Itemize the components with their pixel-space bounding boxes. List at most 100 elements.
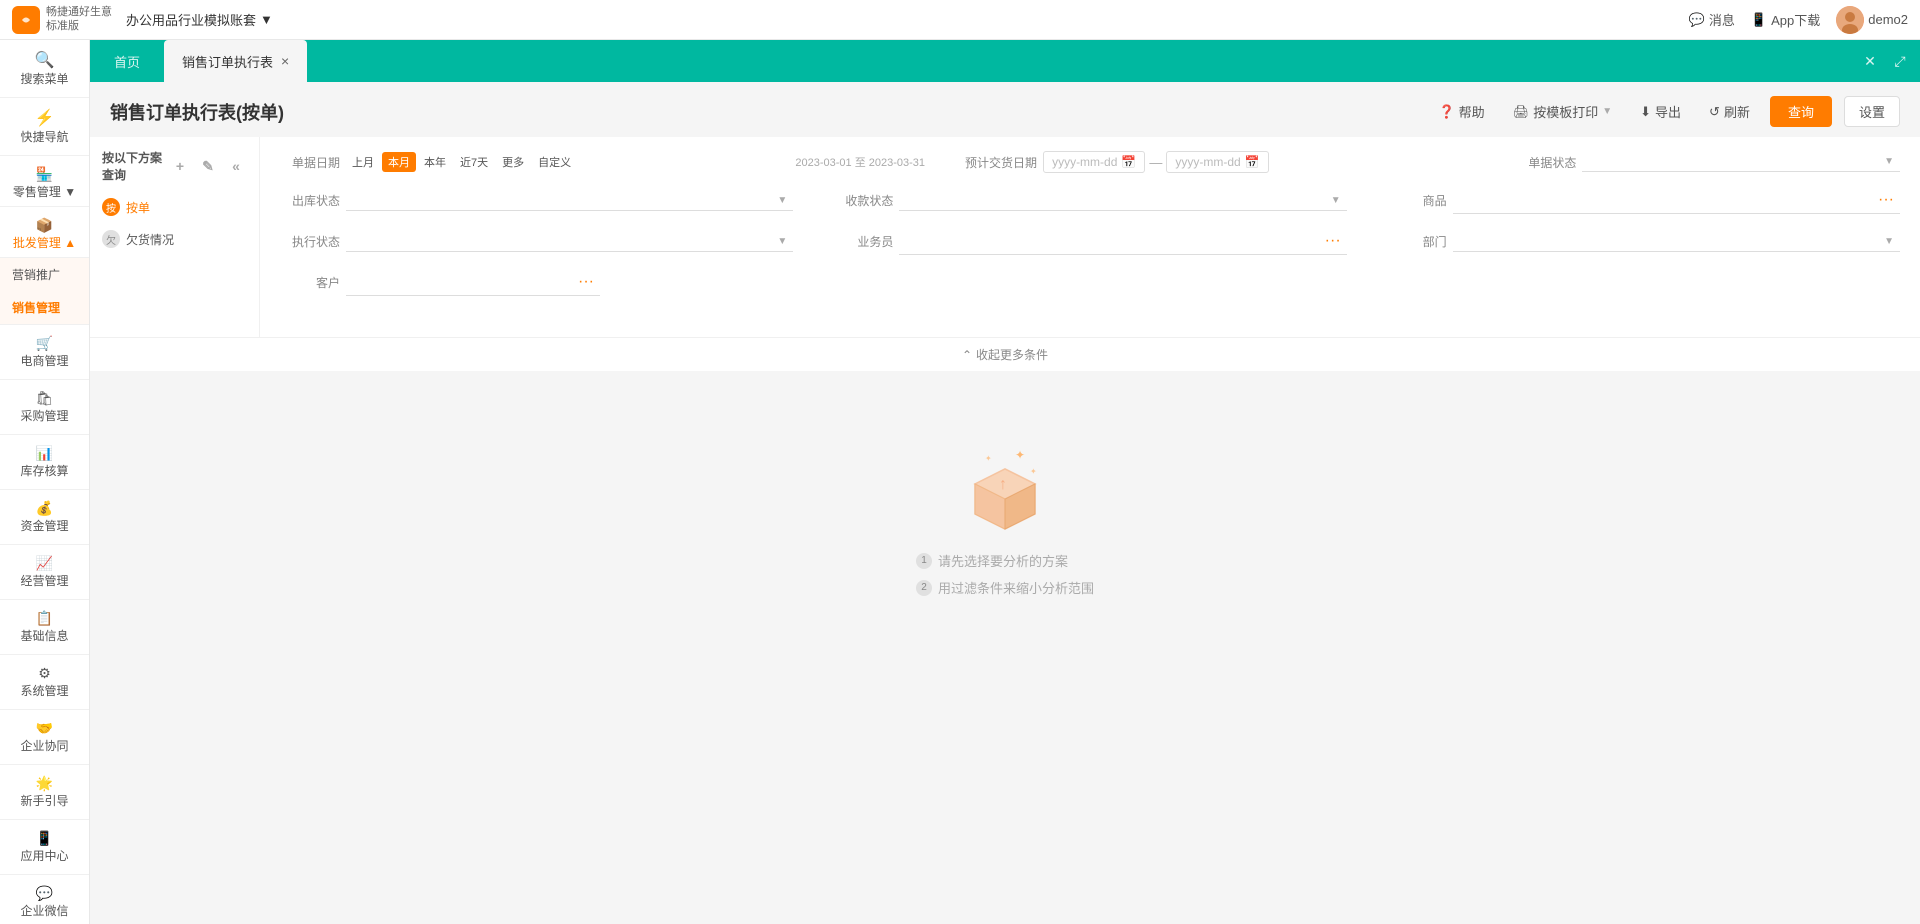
wechat-icon: 💬	[36, 885, 53, 902]
settings-button[interactable]: 设置	[1844, 96, 1900, 127]
empty-text: 1 请先选择要分析的方案 2 用过滤条件来缩小分析范围	[916, 551, 1094, 597]
export-btn[interactable]: ⬇ 导出	[1632, 98, 1689, 125]
search-icon: 🔍	[35, 50, 55, 70]
inventory-icon: 📊	[36, 445, 53, 462]
sidebar-item-ecommerce[interactable]: 🛒 电商管理	[0, 325, 89, 380]
date-label: 单据日期	[280, 154, 340, 171]
logo-text: 畅捷通好生意 标准版	[46, 6, 112, 32]
svg-text:✦: ✦	[1015, 448, 1025, 462]
delivery-select[interactable]: ▼	[346, 191, 793, 211]
window-max-icon[interactable]: ⤢	[1888, 49, 1912, 73]
customer-dots-btn[interactable]: ···	[578, 273, 594, 291]
filter-dept-field: 部门 ▼	[1387, 232, 1900, 252]
tab-sales-order[interactable]: 销售订单执行表 ×	[164, 40, 307, 82]
collapse-arrow-icon: ⌃	[962, 348, 972, 362]
date-tab-lastmonth[interactable]: 上月	[346, 152, 380, 172]
sidebar-wholesale-sub: 营销推广 销售管理	[0, 258, 89, 325]
sidebar-item-wholesale[interactable]: 📦 批发管理 ▲	[0, 207, 89, 258]
status-select[interactable]: ▼	[1582, 152, 1900, 172]
svg-text:✦: ✦	[1030, 467, 1037, 476]
print-btn[interactable]: 🖨 按模板打印 ▼	[1505, 98, 1620, 125]
dept-select[interactable]: ▼	[1453, 232, 1900, 252]
divider	[90, 371, 1920, 379]
sidebar-item-quicknav[interactable]: ⚡ 快捷导航	[0, 98, 89, 156]
sidebar-item-purchase[interactable]: 🛍 采购管理	[0, 380, 89, 435]
filter-fields: 单据日期 上月 本月 本年 近7天 更多 自定义	[260, 137, 1920, 337]
status-label: 单据状态	[1516, 154, 1576, 171]
scheme-item-overdue[interactable]: 欠 欠货情况	[90, 223, 259, 255]
filter-scheme-icons: + ✎ «	[169, 155, 247, 177]
sidebar-item-finance[interactable]: 💰 资金管理	[0, 490, 89, 545]
app-selector[interactable]: 办公用品行业模拟账套 ▼	[120, 8, 279, 31]
sidebar-item-wechat[interactable]: 💬 企业微信	[0, 875, 89, 924]
collapse-bar[interactable]: ⌃ 收起更多条件	[90, 337, 1920, 371]
salesman-dots-btn[interactable]: ···	[1325, 232, 1341, 250]
date-tab-thismonth[interactable]: 本月	[382, 152, 416, 172]
user-area[interactable]: demo2	[1836, 6, 1908, 34]
expected-date-end[interactable]: yyyy-mm-dd 📅	[1166, 151, 1268, 173]
filter-row-3: 执行状态 ▼ 业务员 ···	[280, 228, 1900, 255]
filter-collection-field: 收款状态 ▼	[833, 191, 1346, 211]
sidebar-item-enterprise[interactable]: 🤝 企业协同	[0, 710, 89, 765]
delivery-label: 出库状态	[280, 192, 340, 209]
avatar	[1836, 6, 1864, 34]
query-button[interactable]: 查询	[1770, 96, 1832, 127]
help-btn[interactable]: ❓ 帮助	[1430, 98, 1492, 125]
salesman-input-area: ···	[899, 228, 1346, 255]
page-header: 销售订单执行表(按单) ❓ 帮助 🖨 按模板打印 ▼ ⬇ 导出	[90, 82, 1920, 137]
collapse-scheme-btn[interactable]: «	[225, 155, 247, 177]
scheme-icon-overdue: 欠	[102, 230, 120, 248]
tab-close-icon[interactable]: ×	[281, 54, 289, 68]
sidebar-item-operations[interactable]: 📈 经营管理	[0, 545, 89, 600]
main-layout: 🔍 搜索菜单 ⚡ 快捷导航 🏪 零售管理 ▼ 📦 批发管理 ▲ 营销推广 销售管…	[0, 40, 1920, 924]
sidebar-item-newbie[interactable]: 🌟 新手引导	[0, 765, 89, 820]
date-tab-7days[interactable]: 近7天	[454, 152, 494, 172]
sidebar-item-basic[interactable]: 📋 基础信息	[0, 600, 89, 655]
execution-select[interactable]: ▼	[346, 232, 793, 252]
empty-illustration: ✦ ✦ ✦ ↑	[955, 439, 1055, 539]
quicknav-icon: ⚡	[35, 108, 55, 128]
filter-delivery-field: 出库状态 ▼	[280, 191, 793, 211]
logo-area: 畅捷通好生意 标准版	[12, 6, 112, 34]
refresh-btn[interactable]: ↺ 刷新	[1701, 98, 1758, 125]
filter-salesman-field: 业务员 ···	[833, 228, 1346, 255]
delivery-arrow: ▼	[777, 195, 787, 206]
sidebar-item-marketing[interactable]: 营销推广	[0, 258, 89, 291]
page-header-actions: ❓ 帮助 🖨 按模板打印 ▼ ⬇ 导出 ↺ 刷新	[1430, 96, 1900, 127]
scheme-item-by-order[interactable]: 按 按单	[90, 191, 259, 223]
export-icon: ⬇	[1640, 104, 1651, 120]
filter-container: 按以下方案查询 + ✎ «	[90, 137, 1920, 337]
product-dots-btn[interactable]: ···	[1878, 191, 1894, 209]
sidebar-item-retail[interactable]: 🏪 零售管理 ▼	[0, 156, 89, 207]
edit-scheme-btn[interactable]: ✎	[197, 155, 219, 177]
date-tab-custom[interactable]: 自定义	[532, 152, 577, 172]
download-icon: 📱	[1751, 12, 1767, 28]
window-close-icon[interactable]: ✕	[1858, 49, 1882, 73]
operations-icon: 📈	[36, 555, 53, 572]
sidebar-item-sales[interactable]: 销售管理	[0, 291, 89, 324]
wholesale-icon: 📦	[36, 217, 53, 234]
add-scheme-btn[interactable]: +	[169, 155, 191, 177]
newbie-icon: 🌟	[36, 775, 53, 792]
tab-home[interactable]: 首页	[90, 40, 164, 82]
collection-select[interactable]: ▼	[899, 191, 1346, 211]
empty-hint-1: 1 请先选择要分析的方案	[916, 551, 1094, 570]
sidebar-item-system[interactable]: ⚙ 系统管理	[0, 655, 89, 710]
message-btn[interactable]: 💬 消息	[1689, 10, 1735, 29]
sidebar-item-apps[interactable]: 📱 应用中心	[0, 820, 89, 875]
download-btn[interactable]: 📱 App下载	[1751, 10, 1820, 29]
app-selector-arrow: ▼	[260, 12, 273, 27]
filter-row-4: 客户 ···	[280, 269, 1900, 296]
sidebar-item-search[interactable]: 🔍 搜索菜单	[0, 40, 89, 98]
expected-date-start[interactable]: yyyy-mm-dd 📅	[1043, 151, 1145, 173]
filter-scheme-panel: 按以下方案查询 + ✎ «	[90, 137, 260, 337]
date-tab-thisyear[interactable]: 本年	[418, 152, 452, 172]
top-bar: 畅捷通好生意 标准版 办公用品行业模拟账套 ▼ 💬 消息 📱 App下载	[0, 0, 1920, 40]
sidebar-item-inventory[interactable]: 📊 库存核算	[0, 435, 89, 490]
content-area: 首页 销售订单执行表 × ✕ ⤢ 销售订单执行表(按单) ❓ 帮助	[90, 40, 1920, 924]
enterprise-icon: 🤝	[36, 720, 53, 737]
page-content: 销售订单执行表(按单) ❓ 帮助 🖨 按模板打印 ▼ ⬇ 导出	[90, 82, 1920, 924]
status-select-arrow: ▼	[1884, 156, 1894, 167]
filter-expected-date-field: 预计交货日期 yyyy-mm-dd 📅 — yyyy-mm-dd 📅	[965, 151, 1476, 173]
date-tab-more[interactable]: 更多	[496, 152, 530, 172]
